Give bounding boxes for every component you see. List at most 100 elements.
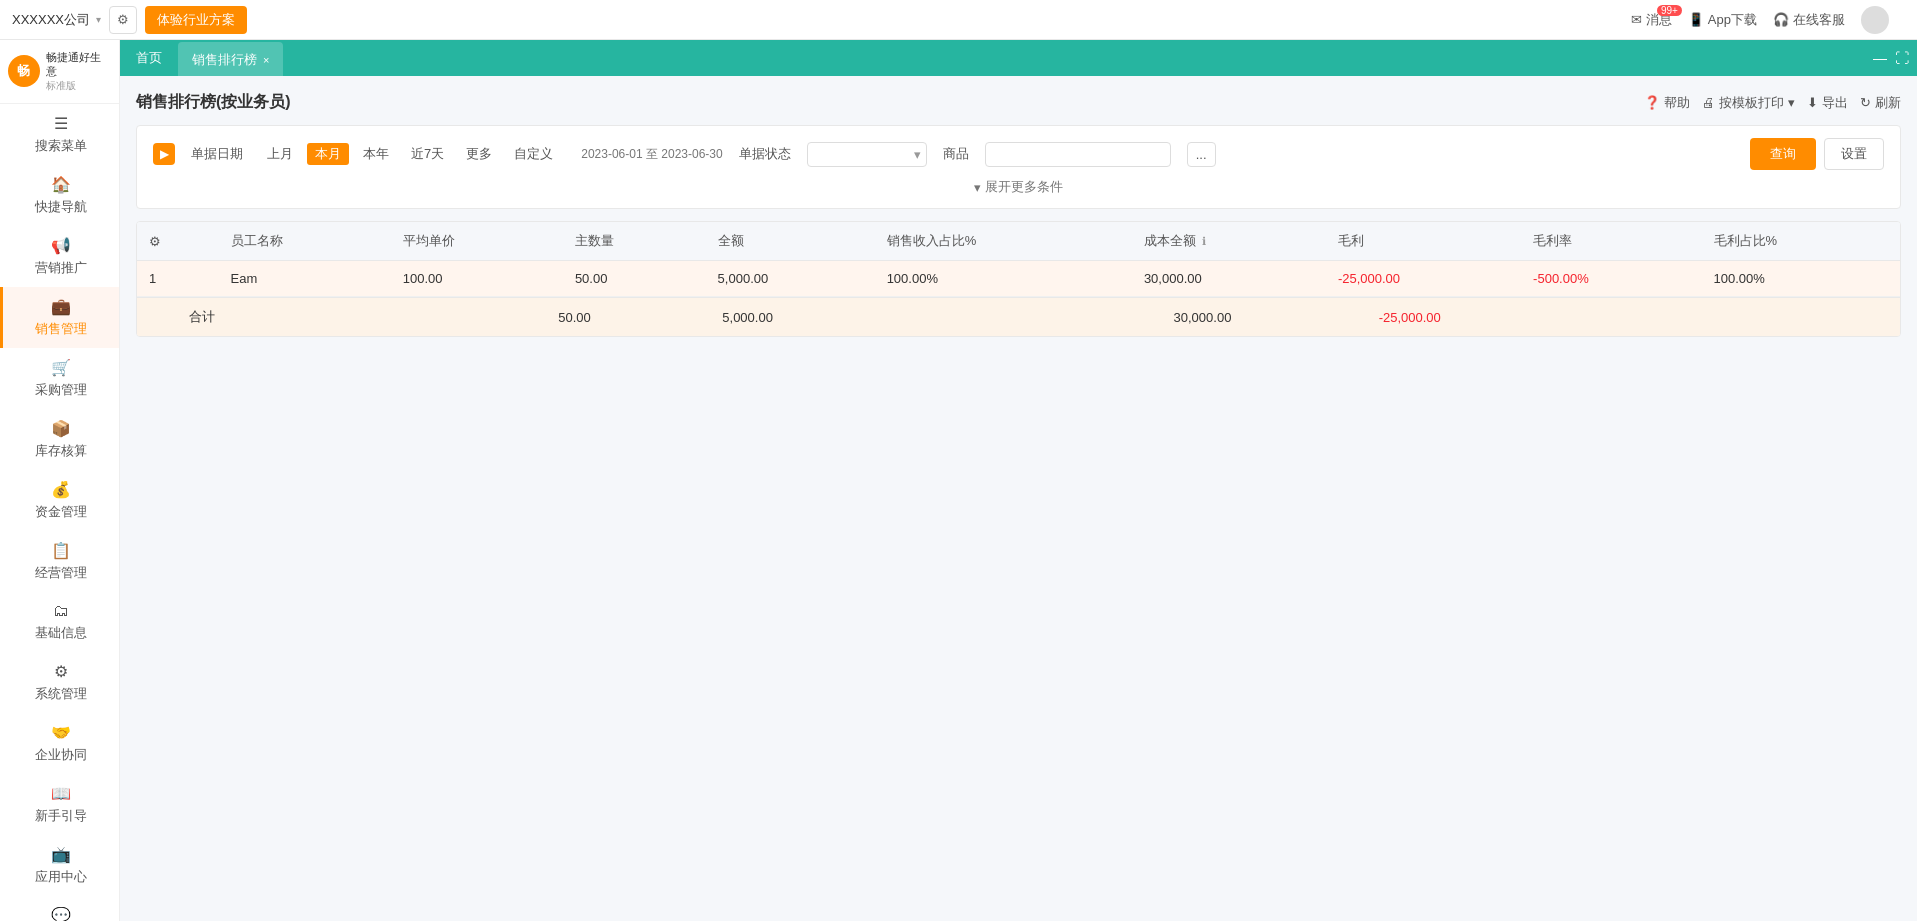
sidebar-item-operations[interactable]: 📋 经营管理 [0, 531, 119, 592]
sidebar-item-purchase-mgmt[interactable]: 🛒 采购管理 [0, 348, 119, 409]
th-main-qty: 主数量 [563, 222, 706, 261]
sidebar-item-capital[interactable]: 💰 资金管理 [0, 470, 119, 531]
cell-sales-ratio: 100.00% [875, 261, 1132, 297]
expand-conditions-button[interactable]: ▾ 展开更多条件 [974, 178, 1063, 196]
logo-line1: 畅捷通好生意 [46, 50, 111, 79]
expand-label: 展开更多条件 [985, 178, 1063, 196]
company-name: XXXXXX公司 [12, 11, 90, 29]
page-actions: ❓ 帮助 🖨 按模板打印 ▾ ⬇ 导出 ↻ 刷新 [1644, 94, 1901, 112]
page-content: 销售排行榜(按业务员) ❓ 帮助 🖨 按模板打印 ▾ ⬇ 导出 [120, 76, 1917, 921]
cell-gross-profit: -25,000.00 [1326, 261, 1521, 297]
sidebar-item-marketing[interactable]: 📢 营销推广 [0, 226, 119, 287]
logo-line2: 标准版 [46, 79, 111, 93]
sidebar-item-label: 新手引导 [35, 807, 87, 825]
date-opt-custom[interactable]: 自定义 [506, 143, 561, 165]
data-table: ⚙ 员工名称 平均单价 主数量 [137, 222, 1900, 297]
tab-bar: 首页 销售排行榜 × — ⛶ [120, 40, 1917, 76]
date-opt-7days[interactable]: 近7天 [403, 143, 452, 165]
sidebar-item-enterprise-collab[interactable]: 🤝 企业协同 [0, 713, 119, 774]
cell-gross-rate: -500.00% [1521, 261, 1701, 297]
tab-sales-ranking[interactable]: 销售排行榜 × [178, 42, 283, 78]
date-range-display: 2023-06-01 至 2023-06-30 [581, 146, 722, 163]
sidebar-item-label: 采购管理 [35, 381, 87, 399]
basic-info-icon: 🗂 [53, 602, 69, 620]
sidebar: 畅 畅捷通好生意 标准版 ☰ 搜索菜单 🏠 快捷导航 📢 营销推广 💼 销售管理… [0, 40, 120, 921]
sidebar-item-inventory[interactable]: 📦 库存核算 [0, 409, 119, 470]
help-icon: ❓ [1644, 95, 1660, 110]
cell-name: Eam [219, 261, 391, 297]
sidebar-item-sales-mgmt[interactable]: 💼 销售管理 [0, 287, 119, 348]
total-cost-amount: 30,000.00 [1162, 298, 1367, 336]
refresh-button[interactable]: ↻ 刷新 [1860, 94, 1901, 112]
enterprise-collab-icon: 🤝 [51, 723, 71, 742]
tab-label: 销售排行榜 [192, 51, 257, 69]
cell-total-amount: 5,000.00 [706, 261, 875, 297]
gear-icon: ⚙ [117, 12, 129, 27]
date-opt-current-month[interactable]: 本月 [307, 143, 349, 165]
top-right-actions: ✉ 消息 99+ 📱 App下载 🎧 在线客服 [1631, 6, 1905, 34]
export-icon: ⬇ [1807, 95, 1818, 110]
sidebar-item-system-mgmt[interactable]: ⚙ 系统管理 [0, 652, 119, 713]
app-center-icon: 📺 [51, 845, 71, 864]
message-button[interactable]: ✉ 消息 99+ [1631, 11, 1672, 29]
table-header-row: ⚙ 员工名称 平均单价 主数量 [137, 222, 1900, 261]
goods-more-button[interactable]: ... [1187, 142, 1216, 167]
gear-icon: ⚙ [149, 234, 161, 249]
sidebar-item-search-orders[interactable]: ☰ 搜索菜单 [0, 104, 119, 165]
page-header: 销售排行榜(按业务员) ❓ 帮助 🖨 按模板打印 ▾ ⬇ 导出 [136, 92, 1901, 113]
filter-area: ▶ 单据日期 上月 本月 本年 近7天 更多 自定义 2023-06-01 至 … [136, 125, 1901, 209]
company-selector[interactable]: XXXXXX公司 ▾ [12, 11, 101, 29]
sidebar-item-enterprise-wechat[interactable]: 💬 企业微信 [0, 896, 119, 921]
setting-button[interactable]: 设置 [1824, 138, 1884, 170]
tab-home[interactable]: 首页 [120, 40, 178, 76]
filter-expand-button[interactable]: ▶ [153, 143, 175, 165]
online-service-button[interactable]: 🎧 在线客服 [1773, 11, 1845, 29]
export-button[interactable]: ⬇ 导出 [1807, 94, 1848, 112]
status-select-wrap [807, 142, 927, 167]
th-gear[interactable]: ⚙ [137, 222, 219, 261]
logo-icon: 畅 [8, 55, 40, 87]
date-opt-prev-month[interactable]: 上月 [259, 143, 301, 165]
sidebar-item-quick-nav[interactable]: 🏠 快捷导航 [0, 165, 119, 226]
sidebar-logo: 畅 畅捷通好生意 标准版 [0, 40, 119, 104]
cell-gross-ratio: 100.00% [1702, 261, 1900, 297]
th-cost-amount: 成本全额 ℹ [1132, 222, 1326, 261]
print-icon: 🖨 [1702, 95, 1715, 110]
tab-maximize-icon[interactable]: ⛶ [1895, 50, 1909, 66]
sidebar-item-label: 资金管理 [35, 503, 87, 521]
avatar[interactable] [1861, 6, 1889, 34]
date-opt-current-year[interactable]: 本年 [355, 143, 397, 165]
info-icon[interactable]: ℹ [1202, 235, 1206, 247]
sidebar-item-app-center[interactable]: 📺 应用中心 [0, 835, 119, 896]
total-avg-price-empty [382, 298, 546, 336]
tab-minimize-icon[interactable]: — [1873, 50, 1887, 66]
goods-input[interactable] [985, 142, 1171, 167]
query-button[interactable]: 查询 [1750, 138, 1816, 170]
template-print-button[interactable]: 🖨 按模板打印 ▾ [1702, 94, 1795, 112]
help-button[interactable]: ❓ 帮助 [1644, 94, 1690, 112]
sidebar-item-basic-info[interactable]: 🗂 基础信息 [0, 592, 119, 652]
cell-rank: 1 [137, 261, 219, 297]
th-total-amount: 全额 [706, 222, 875, 261]
operations-icon: 📋 [51, 541, 71, 560]
th-gross-rate: 毛利率 [1521, 222, 1701, 261]
date-opt-more[interactable]: 更多 [458, 143, 500, 165]
total-gross-rate-empty [1572, 298, 1736, 336]
sidebar-item-label: 销售管理 [35, 320, 87, 338]
sidebar-item-label: 快捷导航 [35, 198, 87, 216]
sidebar-item-label: 库存核算 [35, 442, 87, 460]
status-select[interactable] [807, 142, 927, 167]
sidebar-item-label: 营销推广 [35, 259, 87, 277]
headset-icon: 🎧 [1773, 12, 1789, 27]
inventory-icon: 📦 [51, 419, 71, 438]
th-gross-ratio: 毛利占比% [1702, 222, 1900, 261]
trial-button[interactable]: 体验行业方案 [145, 6, 247, 34]
quick-nav-icon: 🏠 [51, 175, 71, 194]
app-download-button[interactable]: 📱 App下载 [1688, 11, 1757, 29]
sidebar-item-newbie-guide[interactable]: 📖 新手引导 [0, 774, 119, 835]
logo-text-block: 畅捷通好生意 标准版 [46, 50, 111, 93]
cell-main-qty: 50.00 [563, 261, 706, 297]
tab-close-icon[interactable]: × [263, 54, 269, 66]
total-gross-ratio-empty [1736, 298, 1900, 336]
settings-button[interactable]: ⚙ [109, 6, 137, 34]
